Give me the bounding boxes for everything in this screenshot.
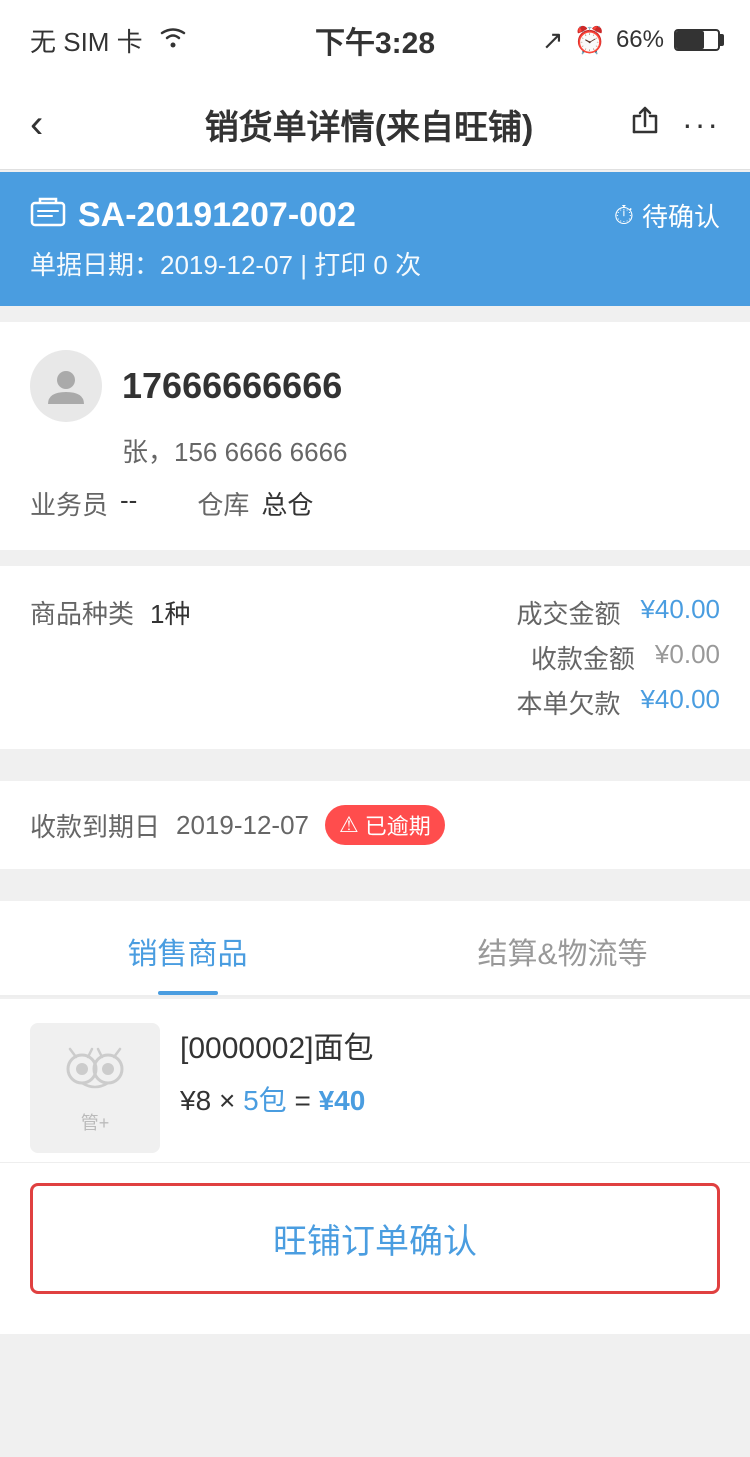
product-name: [0000002]面包 [180,1023,720,1067]
owed-amount-value: ¥40.00 [640,684,720,721]
customer-meta: 业务员 -- 仓库 总仓 [30,485,720,522]
location-icon: ↗ [542,25,564,56]
back-button[interactable]: ‹ [30,102,43,147]
order-icon [30,197,66,235]
product-price: ¥8 × 5包 = ¥40 [180,1079,720,1119]
product-total: ¥40 [319,1085,366,1116]
product-logo-icon [60,1041,130,1105]
product-types-label: 商品种类 [30,594,134,631]
order-id: SA-20191207-002 [30,196,356,235]
tabs-container: 销售商品 结算&物流等 [0,901,750,997]
page-title: 销货单详情(来自旺铺) [110,100,628,149]
salesperson-label: 业务员 [30,485,108,522]
order-status-text: 待确认 [642,197,720,234]
divider-1 [0,550,750,566]
due-date-card: 收款到期日 2019-12-07 ⚠ 已逾期 [0,781,750,869]
deal-amount-value: ¥40.00 [640,594,720,631]
product-info: [0000002]面包 ¥8 × 5包 = ¥40 [180,1023,720,1119]
overdue-text: 已逾期 [365,809,431,841]
product-types-value: 1种 [150,594,190,631]
summary-card: 商品种类 1种 成交金额 ¥40.00 收款金额 ¥0.00 本单欠款 ¥40.… [0,566,750,749]
status-left: 无 SIM 卡 [30,22,189,59]
nav-bar: ‹ 销货单详情(来自旺铺) ··· [0,80,750,170]
amounts-block: 成交金额 ¥40.00 收款金额 ¥0.00 本单欠款 ¥40.00 [516,594,720,721]
order-date-line: 单据日期：2019-12-07 | 打印 0 次 [30,245,720,282]
status-right: ↗ ⏰ 66% [542,25,720,56]
overdue-icon: ⚠ [339,812,359,838]
avatar [30,350,102,422]
status-clock-icon: ⏱ [614,200,634,232]
share-button[interactable] [628,104,662,146]
status-time: 下午3:28 [315,18,435,62]
owed-amount-label: 本单欠款 [516,684,620,721]
tab-settlement[interactable]: 结算&物流等 [375,901,750,995]
customer-name: 张，156 6666 6666 [122,432,720,469]
warehouse-label: 仓库 [197,485,249,522]
battery-text: 66% [616,26,664,54]
brand-text: 管+ [81,1109,110,1135]
tab-sales-products[interactable]: 销售商品 [0,901,375,995]
order-id-text: SA-20191207-002 [78,196,356,235]
alarm-icon: ⏰ [574,25,606,56]
equals-sign: = [294,1085,310,1116]
warehouse-value: 总仓 [261,485,313,522]
bottom-bar: 旺铺订单确认 [0,1162,750,1334]
received-amount-value: ¥0.00 [655,639,720,676]
due-date-value: 2019-12-07 [176,810,309,841]
deal-amount-label: 成交金额 [516,594,620,631]
salesperson-value: -- [120,485,137,522]
received-amount-label: 收款金额 [531,639,635,676]
product-image: 管+ [30,1023,160,1153]
overdue-badge: ⚠ 已逾期 [325,805,445,845]
order-header: SA-20191207-002 ⏱ 待确认 单据日期：2019-12-07 | … [0,172,750,306]
divider-3 [0,869,750,885]
more-button[interactable]: ··· [682,106,720,143]
multiply-sign: × [219,1085,243,1116]
status-bar: 无 SIM 卡 下午3:28 ↗ ⏰ 66% [0,0,750,80]
tab-sales-label: 销售商品 [128,938,248,971]
due-date-label: 收款到期日 [30,807,160,844]
product-qty: 5包 [243,1085,287,1116]
divider-2 [0,749,750,765]
customer-phone: 17666666666 [122,365,342,407]
tab-settlement-label: 结算&物流等 [477,938,647,971]
order-status: ⏱ 待确认 [614,197,720,234]
carrier-text: 无 SIM 卡 [30,22,143,59]
product-card: 管+ [0000002]面包 ¥8 × 5包 = ¥40 [0,999,750,1177]
wifi-icon [157,25,189,56]
confirm-order-button[interactable]: 旺铺订单确认 [30,1183,720,1294]
battery-icon [674,29,720,51]
price-value: ¥8 [180,1085,211,1116]
customer-card: 17666666666 张，156 6666 6666 业务员 -- 仓库 总仓 [0,322,750,550]
